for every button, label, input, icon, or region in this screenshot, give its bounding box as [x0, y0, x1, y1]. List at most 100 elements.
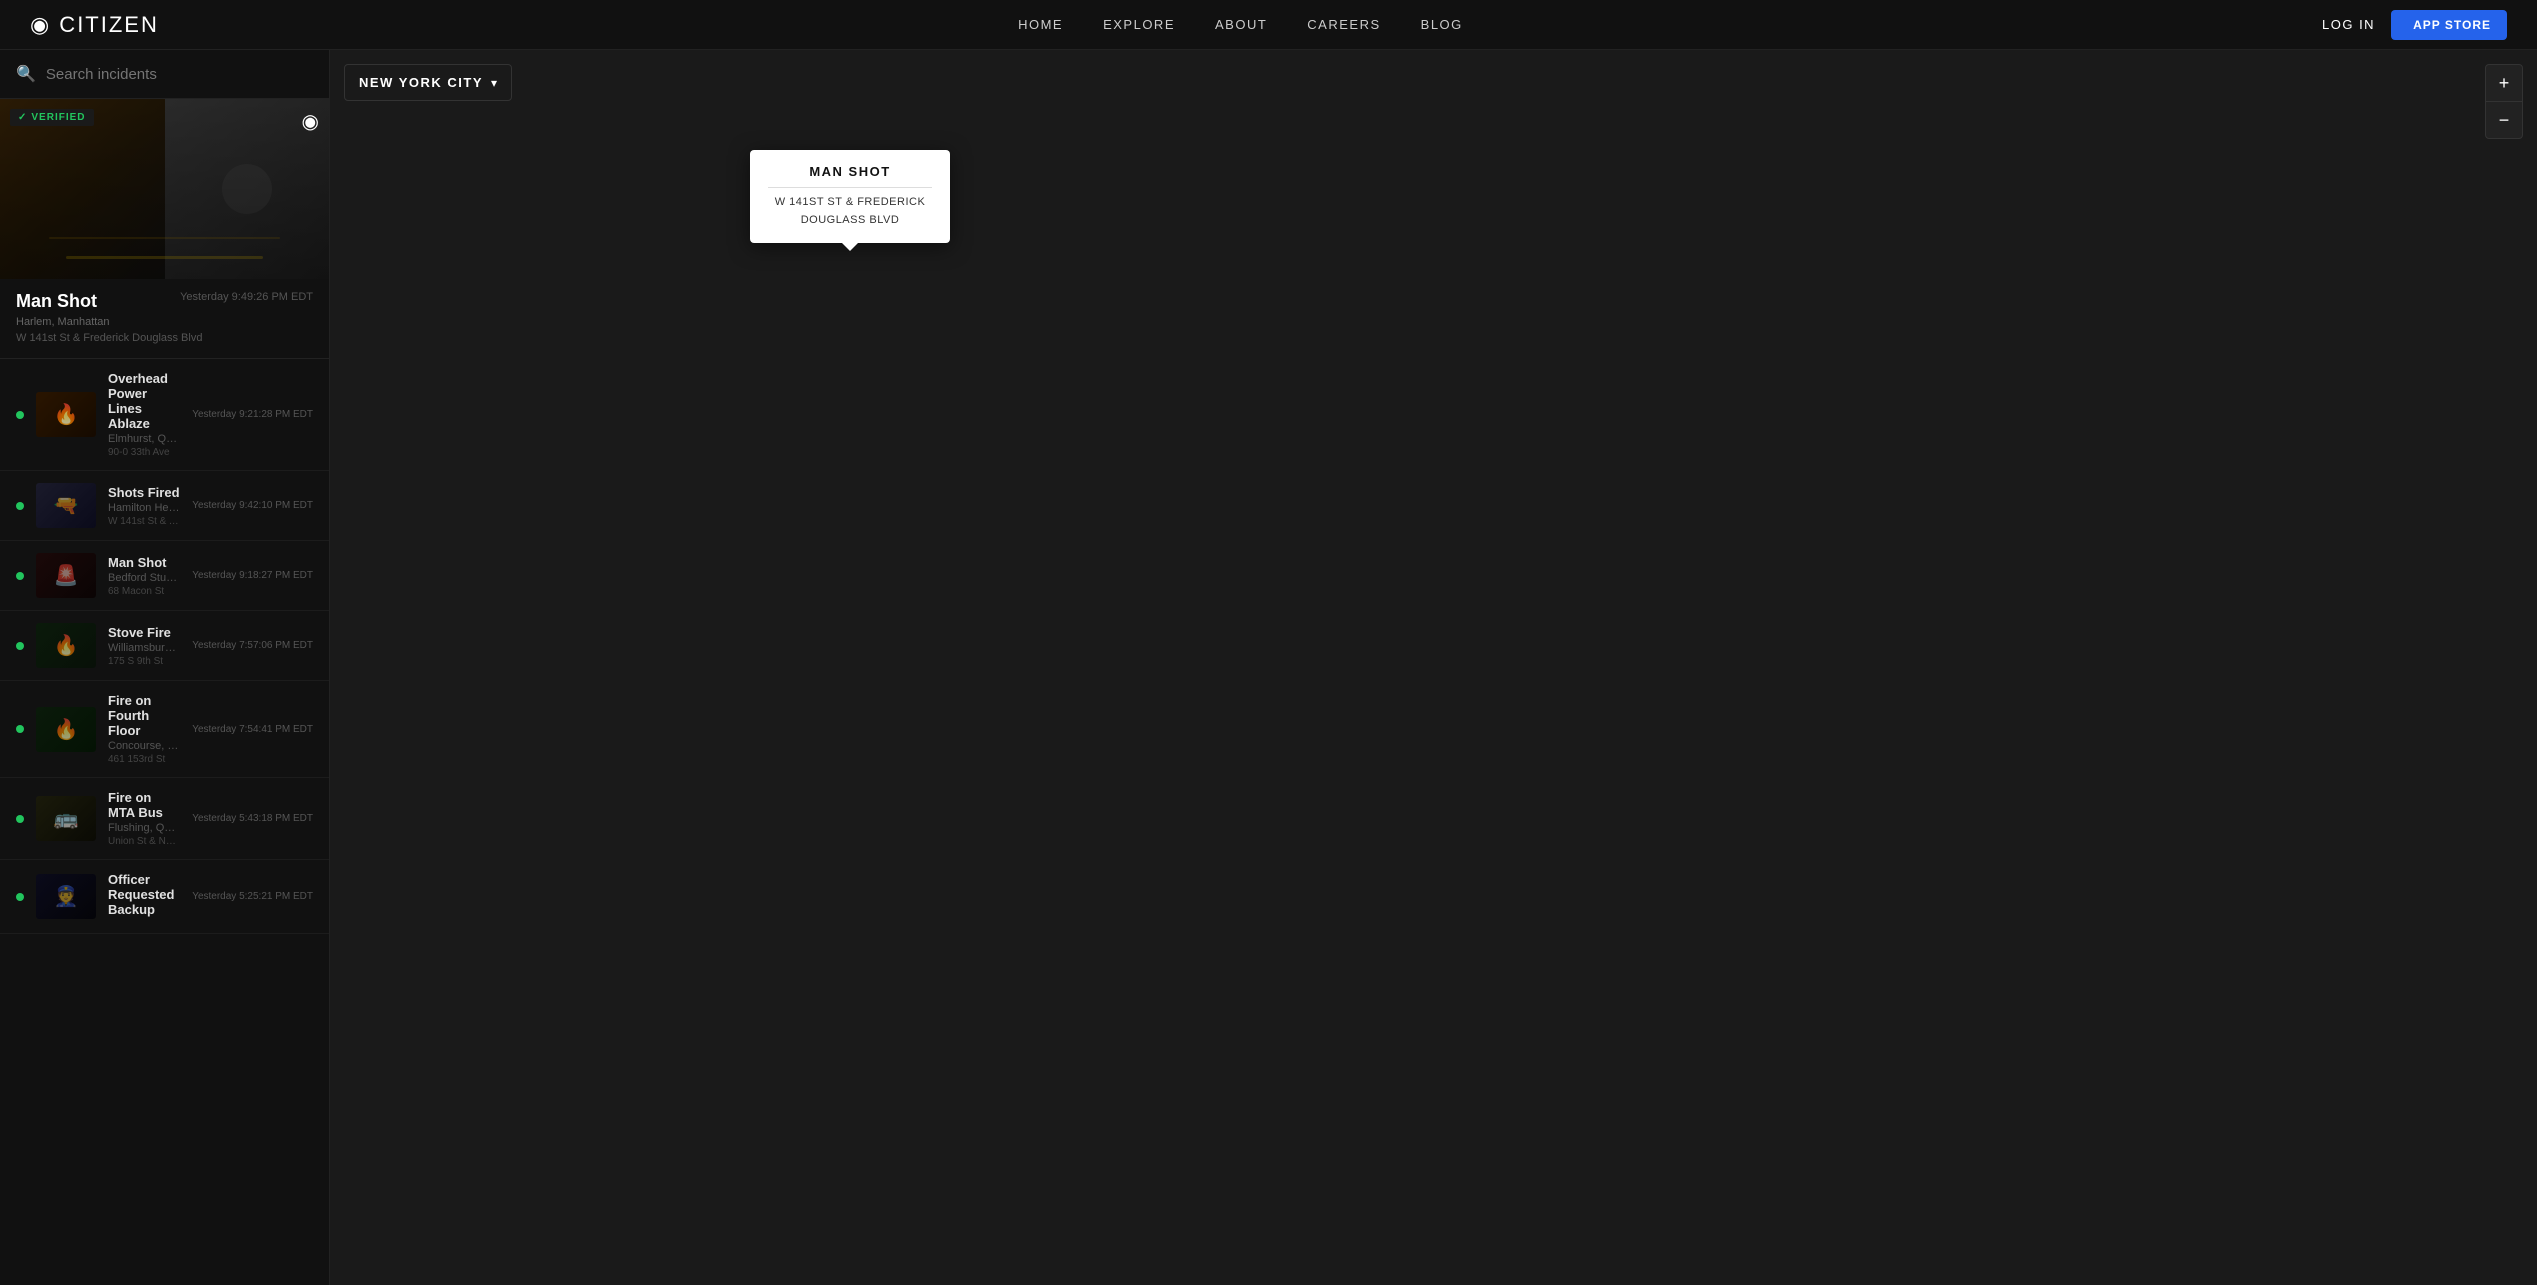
popup-address-line2: DOUGLASS BLVD — [801, 214, 900, 226]
incident-title: Fire on MTA Bus — [108, 790, 180, 820]
location-label: NEW YORK CITY — [359, 75, 483, 90]
incident-address: Union St & Northern Blvd — [108, 836, 180, 847]
list-item[interactable]: 🔥 Fire on Fourth Floor Concourse, Bronx … — [0, 681, 329, 778]
popup-title: MAN SHOT — [768, 164, 932, 179]
featured-incident[interactable]: ✓ VERIFIED ◉ Man Shot Yesterday 9:49:26 … — [0, 99, 329, 359]
incident-thumbnail: 🚨 — [36, 553, 96, 598]
status-dot — [16, 411, 24, 419]
chevron-down-icon: ▾ — [491, 76, 497, 90]
incident-address: 175 S 9th St — [108, 656, 180, 667]
featured-image: ✓ VERIFIED ◉ — [0, 99, 329, 279]
status-dot — [16, 572, 24, 580]
map-zoom-controls: + − — [2485, 64, 2523, 139]
incident-time: Yesterday 9:18:27 PM EDT — [192, 570, 313, 581]
incident-thumbnail: 🔥 — [36, 707, 96, 752]
incident-time: Yesterday 5:25:21 PM EDT — [192, 891, 313, 902]
popup-arrow — [842, 243, 858, 251]
nav-home[interactable]: HOME — [1018, 17, 1063, 32]
incident-location: Hamilton Heights, Manhattan — [108, 502, 180, 514]
incident-time: Yesterday 9:42:10 PM EDT — [192, 500, 313, 511]
nav-explore[interactable]: EXPLORE — [1103, 17, 1175, 32]
nav-links: HOME EXPLORE ABOUT CAREERS BLOG — [1018, 17, 1463, 32]
incident-content: Fire on Fourth Floor Concourse, Bronx 46… — [108, 693, 180, 765]
incident-address: W 141st St & Amsterdam Ave — [108, 516, 180, 527]
incident-title: Shots Fired — [108, 485, 180, 500]
popup-address-line1: W 141ST ST & FREDERICK — [775, 196, 926, 208]
incident-address: 90-0 33th Ave — [108, 447, 180, 458]
list-item[interactable]: 🔥 Overhead Power Lines Ablaze Elmhurst, … — [0, 359, 329, 471]
incident-time: Yesterday 5:43:18 PM EDT — [192, 813, 313, 824]
status-dot — [16, 815, 24, 823]
incident-address: 461 153rd St — [108, 754, 180, 765]
incident-content: Officer Requested Backup — [108, 872, 180, 921]
featured-bg — [0, 99, 329, 279]
nav-about[interactable]: ABOUT — [1215, 17, 1267, 32]
incident-content: Stove Fire Williamsburg, Brooklyn 175 S … — [108, 625, 180, 667]
verified-label: VERIFIED — [31, 112, 85, 123]
incident-address: 68 Macon St — [108, 586, 180, 597]
appstore-label: APP STORE — [2413, 18, 2491, 32]
login-button[interactable]: LOG IN — [2322, 17, 2375, 32]
incident-time: Yesterday 9:21:28 PM EDT — [192, 409, 313, 420]
list-item[interactable]: 🔥 Stove Fire Williamsburg, Brooklyn 175 … — [0, 611, 329, 681]
incident-title: Fire on Fourth Floor — [108, 693, 180, 738]
incident-location: Elmhurst, Queens — [108, 433, 180, 445]
zoom-in-button[interactable]: + — [2486, 65, 2522, 101]
incident-title: Officer Requested Backup — [108, 872, 180, 917]
incident-thumbnail: 🚌 — [36, 796, 96, 841]
incident-content: Man Shot Bedford Stuyvesant, Brooklyn 68… — [108, 555, 180, 597]
incident-title: Overhead Power Lines Ablaze — [108, 371, 180, 431]
incident-location: Bedford Stuyvesant, Brooklyn — [108, 572, 180, 584]
verified-badge: ✓ VERIFIED — [10, 109, 94, 126]
nav-blog[interactable]: BLOG — [1421, 17, 1463, 32]
incident-location: Williamsburg, Brooklyn — [108, 642, 180, 654]
search-icon: 🔍 — [16, 64, 36, 84]
logo[interactable]: ◉ CITIZEN — [30, 12, 159, 38]
list-item[interactable]: 🔫 Shots Fired Hamilton Heights, Manhatta… — [0, 471, 329, 541]
featured-address: W 141st St & Frederick Douglass Blvd — [16, 332, 313, 344]
status-dot — [16, 893, 24, 901]
incident-location: Concourse, Bronx — [108, 740, 180, 752]
status-dot — [16, 642, 24, 650]
map-background — [330, 50, 2537, 1285]
nav-actions: LOG IN APP STORE — [2322, 10, 2507, 40]
appstore-button[interactable]: APP STORE — [2391, 10, 2507, 40]
incident-thumbnail: 🔫 — [36, 483, 96, 528]
incident-title: Man Shot — [108, 555, 180, 570]
featured-title: Man Shot — [16, 291, 97, 312]
incident-content: Overhead Power Lines Ablaze Elmhurst, Qu… — [108, 371, 180, 458]
top-navigation: ◉ CITIZEN HOME EXPLORE ABOUT CAREERS BLO… — [0, 0, 2537, 50]
incident-list: 🔥 Overhead Power Lines Ablaze Elmhurst, … — [0, 359, 329, 934]
map-container[interactable]: MOONACHIE RIDGEFIELD EDGEWATER UNDERCLIF… — [330, 50, 2537, 1285]
popup-divider — [768, 187, 932, 188]
zoom-out-button[interactable]: − — [2486, 102, 2522, 138]
featured-time: Yesterday 9:49:26 PM EDT — [180, 291, 313, 303]
status-dot — [16, 725, 24, 733]
incidents-sidebar: 🔍 ✓ VERIFIED ◉ — [0, 50, 330, 1285]
incident-title: Stove Fire — [108, 625, 180, 640]
incident-location: Flushing, Queens — [108, 822, 180, 834]
incident-time: Yesterday 7:57:06 PM EDT — [192, 640, 313, 651]
incident-content: Fire on MTA Bus Flushing, Queens Union S… — [108, 790, 180, 847]
popup-address: W 141ST ST & FREDERICK DOUGLASS BLVD — [768, 194, 932, 229]
search-bar[interactable]: 🔍 — [0, 50, 329, 99]
incident-thumbnail: 🔥 — [36, 392, 96, 437]
featured-info: Man Shot Yesterday 9:49:26 PM EDT Harlem… — [0, 279, 329, 359]
signal-icon: ◉ — [302, 111, 319, 133]
status-dot — [16, 502, 24, 510]
citizen-logo-text: ◉ CITIZEN — [30, 12, 159, 38]
list-item[interactable]: 🚌 Fire on MTA Bus Flushing, Queens Union… — [0, 778, 329, 860]
live-badge: ◉ — [302, 109, 319, 134]
map-incident-popup[interactable]: MAN SHOT W 141ST ST & FREDERICK DOUGLASS… — [750, 150, 950, 243]
incident-thumbnail: 🔥 — [36, 623, 96, 668]
incident-time: Yesterday 7:54:41 PM EDT — [192, 724, 313, 735]
incident-thumbnail: 👮 — [36, 874, 96, 919]
check-icon: ✓ — [18, 112, 27, 123]
list-item[interactable]: 🚨 Man Shot Bedford Stuyvesant, Brooklyn … — [0, 541, 329, 611]
list-item[interactable]: 👮 Officer Requested Backup Yesterday 5:2… — [0, 860, 329, 934]
search-input[interactable] — [46, 66, 313, 83]
nav-careers[interactable]: CAREERS — [1307, 17, 1380, 32]
featured-location: Harlem, Manhattan — [16, 316, 313, 328]
incident-content: Shots Fired Hamilton Heights, Manhattan … — [108, 485, 180, 527]
location-selector[interactable]: NEW YORK CITY ▾ — [344, 64, 512, 101]
